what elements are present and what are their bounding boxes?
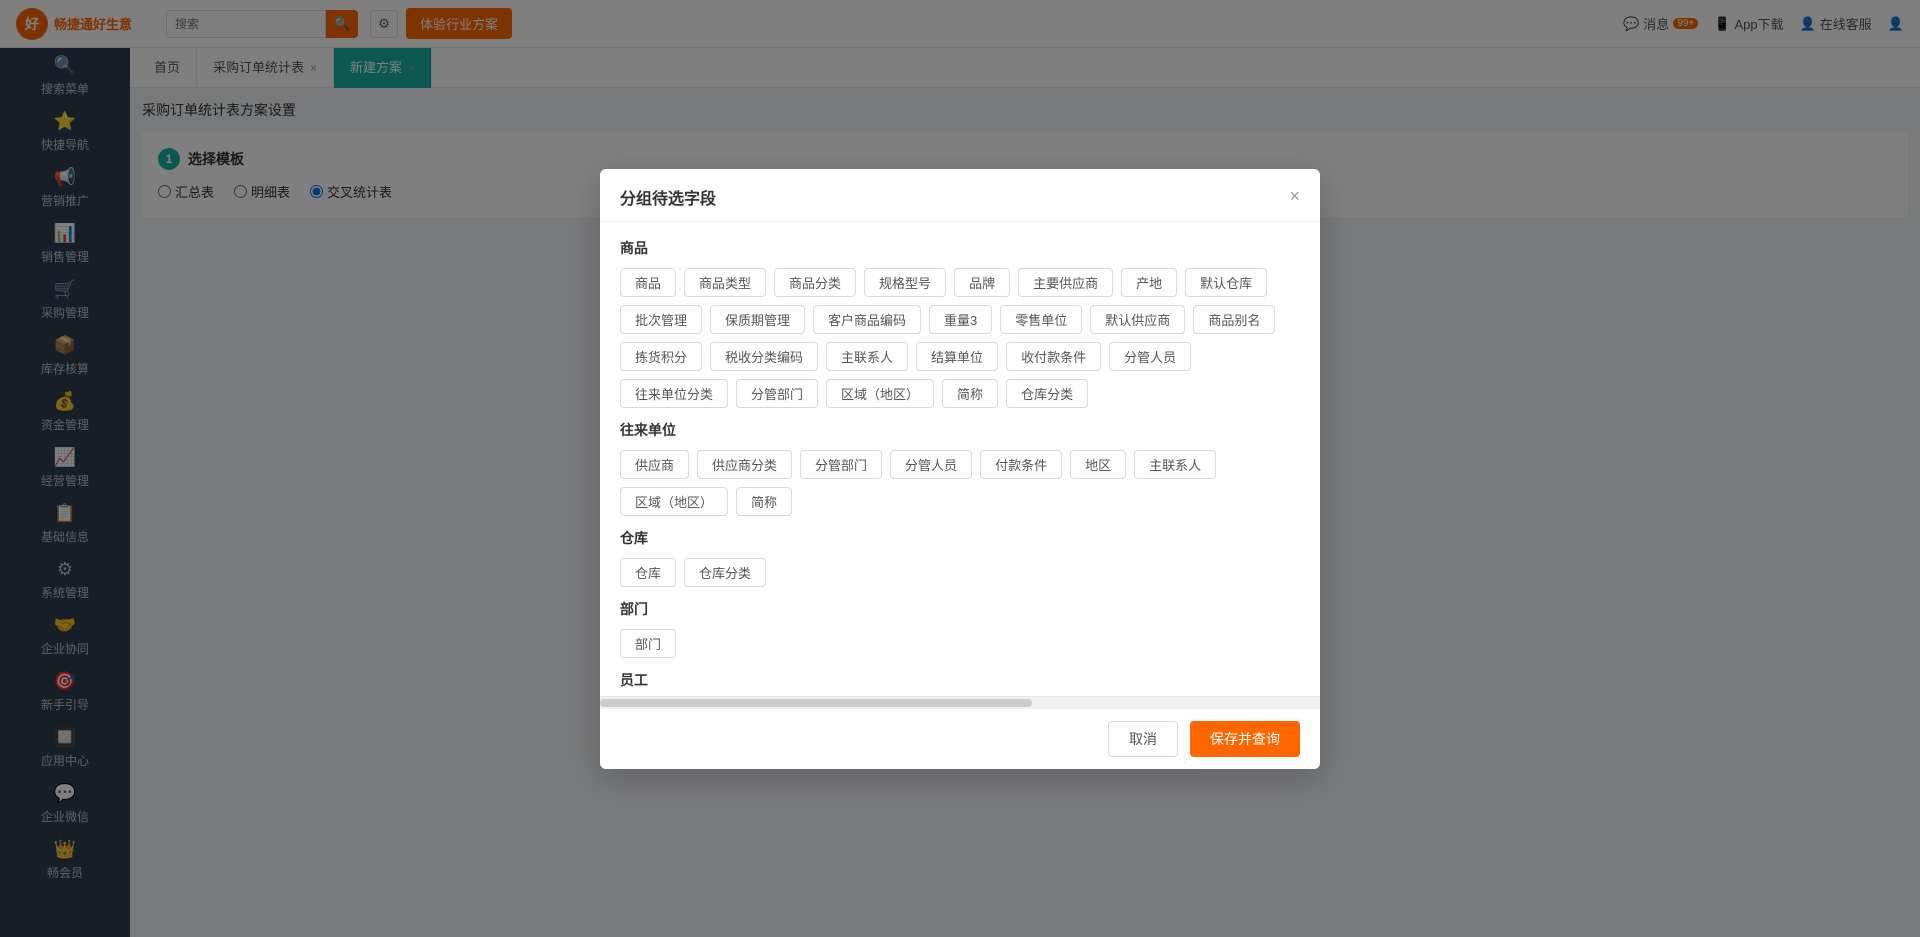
modal-footer: 取消 保存并查询 [600,708,1320,769]
field-tag-0-13[interactable]: 默认供应商 [1090,305,1185,334]
section-title-3: 部门 [620,599,1300,619]
field-tag-0-7[interactable]: 默认仓库 [1185,268,1267,297]
field-tag-0-5[interactable]: 主要供应商 [1018,268,1113,297]
field-tag-0-15[interactable]: 拣货积分 [620,342,702,371]
field-tag-0-20[interactable]: 分管人员 [1109,342,1191,371]
field-tags-0: 商品商品类型商品分类规格型号品牌主要供应商产地默认仓库批次管理保质期管理客户商品… [620,268,1300,408]
field-tag-0-10[interactable]: 客户商品编码 [813,305,921,334]
field-tag-0-2[interactable]: 商品分类 [774,268,856,297]
modal-header: 分组待选字段 × [600,169,1320,222]
field-tag-0-8[interactable]: 批次管理 [620,305,702,334]
field-tag-0-0[interactable]: 商品 [620,268,676,297]
field-tag-1-3[interactable]: 分管人员 [890,450,972,479]
modal-scrollbar-thumb [600,699,1032,707]
modal-close-button[interactable]: × [1289,186,1300,207]
field-tag-3-0[interactable]: 部门 [620,629,676,658]
field-tag-0-1[interactable]: 商品类型 [684,268,766,297]
field-tag-1-0[interactable]: 供应商 [620,450,689,479]
field-tag-0-25[interactable]: 仓库分类 [1006,379,1088,408]
field-tag-0-23[interactable]: 区域（地区） [826,379,934,408]
field-tag-0-4[interactable]: 品牌 [954,268,1010,297]
field-tags-3: 部门 [620,629,1300,658]
field-tag-0-9[interactable]: 保质期管理 [710,305,805,334]
field-tag-1-2[interactable]: 分管部门 [800,450,882,479]
field-tag-0-11[interactable]: 重量3 [929,305,992,334]
modal-title: 分组待选字段 [620,185,716,209]
field-tag-0-14[interactable]: 商品别名 [1193,305,1275,334]
field-tag-0-3[interactable]: 规格型号 [864,268,946,297]
field-tags-2: 仓库仓库分类 [620,558,1300,587]
field-tag-0-18[interactable]: 结算单位 [916,342,998,371]
cancel-button[interactable]: 取消 [1108,721,1178,757]
field-tag-1-5[interactable]: 地区 [1070,450,1126,479]
field-tag-1-6[interactable]: 主联系人 [1134,450,1216,479]
field-tag-0-12[interactable]: 零售单位 [1000,305,1082,334]
field-tag-1-4[interactable]: 付款条件 [980,450,1062,479]
field-tag-0-22[interactable]: 分管部门 [736,379,818,408]
section-title-1: 往来单位 [620,420,1300,440]
field-tag-0-19[interactable]: 收付款条件 [1006,342,1101,371]
field-tag-1-8[interactable]: 简称 [736,487,792,516]
section-title-2: 仓库 [620,528,1300,548]
modal-body[interactable]: 商品商品商品类型商品分类规格型号品牌主要供应商产地默认仓库批次管理保质期管理客户… [600,222,1320,696]
field-tag-0-17[interactable]: 主联系人 [826,342,908,371]
field-tag-2-1[interactable]: 仓库分类 [684,558,766,587]
field-tag-1-1[interactable]: 供应商分类 [697,450,792,479]
modal: 分组待选字段 × 商品商品商品类型商品分类规格型号品牌主要供应商产地默认仓库批次… [600,169,1320,769]
section-title-0: 商品 [620,238,1300,258]
field-tag-0-16[interactable]: 税收分类编码 [710,342,818,371]
field-tag-0-21[interactable]: 往来单位分类 [620,379,728,408]
modal-horizontal-scrollbar[interactable] [600,696,1320,708]
field-tag-2-0[interactable]: 仓库 [620,558,676,587]
section-title-4: 员工 [620,670,1300,690]
modal-overlay: 分组待选字段 × 商品商品商品类型商品分类规格型号品牌主要供应商产地默认仓库批次… [0,0,1920,937]
field-tags-1: 供应商供应商分类分管部门分管人员付款条件地区主联系人区域（地区） 简称 [620,450,1300,516]
field-tag-0-24[interactable]: 简称 [942,379,998,408]
field-tag-0-6[interactable]: 产地 [1121,268,1177,297]
save-query-button[interactable]: 保存并查询 [1190,721,1300,757]
field-tag-1-7[interactable]: 区域（地区） [620,487,728,516]
